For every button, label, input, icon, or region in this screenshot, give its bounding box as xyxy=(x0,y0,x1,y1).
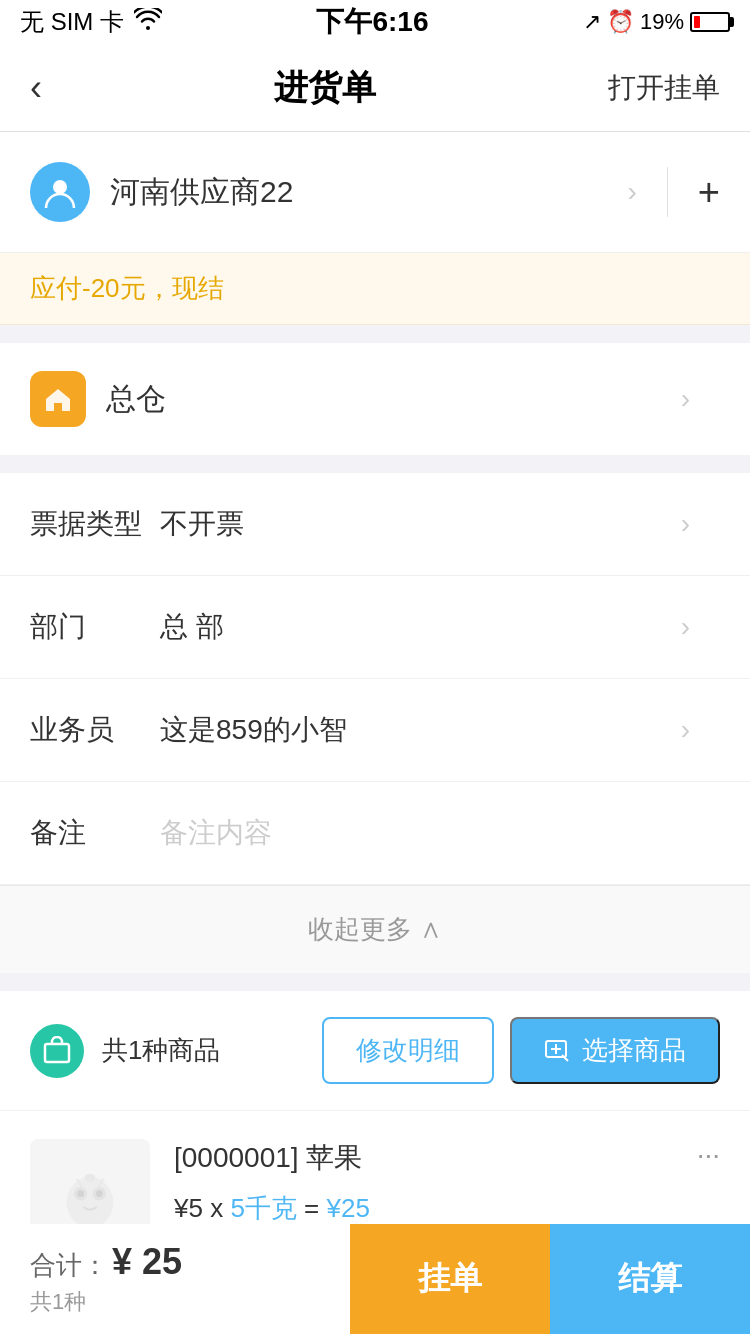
select-product-button[interactable]: 选择商品 xyxy=(510,1017,720,1084)
product-count: 共1种商品 xyxy=(102,1033,322,1068)
dept-row[interactable]: 部门 总 部 › xyxy=(0,576,750,679)
total-label: 合计： xyxy=(30,1248,108,1283)
supplier-avatar xyxy=(30,162,90,222)
battery-icon xyxy=(690,12,730,32)
status-time: 下午6:16 xyxy=(316,3,428,41)
svg-rect-1 xyxy=(54,403,62,411)
carrier-text: 无 SIM 卡 xyxy=(20,6,124,38)
edit-detail-button[interactable]: 修改明细 xyxy=(322,1017,494,1084)
invoice-label: 票据类型 xyxy=(30,505,160,543)
open-hang-button[interactable]: 打开挂单 xyxy=(608,69,720,107)
warehouse-row[interactable]: 总仓 › xyxy=(0,343,750,455)
battery-fill xyxy=(694,16,700,28)
svg-point-9 xyxy=(85,1174,96,1182)
status-right: ↗ ⏰ 19% xyxy=(583,9,730,35)
vertical-divider xyxy=(667,167,668,217)
wifi-icon xyxy=(134,8,162,36)
remark-row[interactable]: 备注 备注内容 xyxy=(0,782,750,885)
supplier-notice: 应付-20元，现结 xyxy=(0,253,750,325)
svg-point-7 xyxy=(77,1190,84,1197)
supplier-chevron-icon: › xyxy=(627,176,636,208)
product-name: [0000001] 苹果 xyxy=(174,1139,697,1177)
product-price-row: ¥5 x 5千克 = ¥25 xyxy=(174,1191,697,1226)
status-left: 无 SIM 卡 xyxy=(20,6,162,38)
multiply-sign: x xyxy=(210,1193,230,1223)
form-card: 票据类型 不开票 › 部门 总 部 › 业务员 这是859的小智 › 备注 备注… xyxy=(0,473,750,973)
supplier-name: 河南供应商22 xyxy=(110,172,627,213)
checkout-button[interactable]: 结算 xyxy=(550,1224,750,1334)
battery-percent: 19% xyxy=(640,9,684,35)
remark-label: 备注 xyxy=(30,814,160,852)
page-title: 进货单 xyxy=(274,65,376,111)
remark-input[interactable]: 备注内容 xyxy=(160,814,720,852)
svg-point-0 xyxy=(53,180,67,194)
warehouse-chevron-icon: › xyxy=(681,383,690,415)
product-unit-price: ¥5 xyxy=(174,1193,203,1223)
collapse-button[interactable]: 收起更多 ∧ xyxy=(0,885,750,973)
dept-chevron-icon: › xyxy=(681,611,690,643)
nav-bar: ‹ 进货单 打开挂单 xyxy=(0,44,750,132)
product-quantity: 5千克 xyxy=(230,1193,296,1223)
svg-rect-2 xyxy=(45,1044,69,1062)
add-supplier-button[interactable]: + xyxy=(698,171,720,214)
product-subtotal: ¥25 xyxy=(327,1193,370,1223)
dept-value: 总 部 xyxy=(160,608,681,646)
supplier-card: 河南供应商22 › + 应付-20元，现结 xyxy=(0,132,750,325)
total-amount: ¥ 25 xyxy=(112,1241,182,1283)
alarm-icon: ⏰ xyxy=(607,9,634,35)
dept-label: 部门 xyxy=(30,608,160,646)
product-info: [0000001] 苹果 ¥5 x 5千克 = ¥25 xyxy=(174,1139,697,1226)
bottom-bar: 合计： ¥ 25 共1种 挂单 结算 xyxy=(0,1224,750,1334)
total-section: 合计： ¥ 25 共1种 xyxy=(0,1241,350,1317)
back-button[interactable]: ‹ xyxy=(30,67,42,109)
product-header: 共1种商品 修改明细 选择商品 xyxy=(0,991,750,1111)
product-more-button[interactable]: ··· xyxy=(697,1139,720,1171)
warehouse-name: 总仓 xyxy=(106,379,681,420)
product-code: [0000001] xyxy=(174,1142,299,1173)
select-product-label: 选择商品 xyxy=(582,1033,686,1068)
supplier-row[interactable]: 河南供应商22 › + xyxy=(0,132,750,253)
equals-sign: = xyxy=(304,1193,326,1223)
status-bar: 无 SIM 卡 下午6:16 ↗ ⏰ 19% xyxy=(0,0,750,44)
hang-button[interactable]: 挂单 xyxy=(350,1224,550,1334)
svg-point-4 xyxy=(67,1177,114,1228)
product-title: 苹果 xyxy=(306,1142,362,1173)
total-count: 共1种 xyxy=(30,1287,320,1317)
salesman-value: 这是859的小智 xyxy=(160,711,681,749)
warehouse-icon xyxy=(30,371,86,427)
salesman-row[interactable]: 业务员 这是859的小智 › xyxy=(0,679,750,782)
invoice-value: 不开票 xyxy=(160,505,681,543)
salesman-label: 业务员 xyxy=(30,711,160,749)
svg-point-8 xyxy=(96,1190,103,1197)
salesman-chevron-icon: › xyxy=(681,714,690,746)
product-section-icon xyxy=(30,1024,84,1078)
invoice-chevron-icon: › xyxy=(681,508,690,540)
invoice-row[interactable]: 票据类型 不开票 › xyxy=(0,473,750,576)
warehouse-card[interactable]: 总仓 › xyxy=(0,343,750,455)
location-icon: ↗ xyxy=(583,9,601,35)
